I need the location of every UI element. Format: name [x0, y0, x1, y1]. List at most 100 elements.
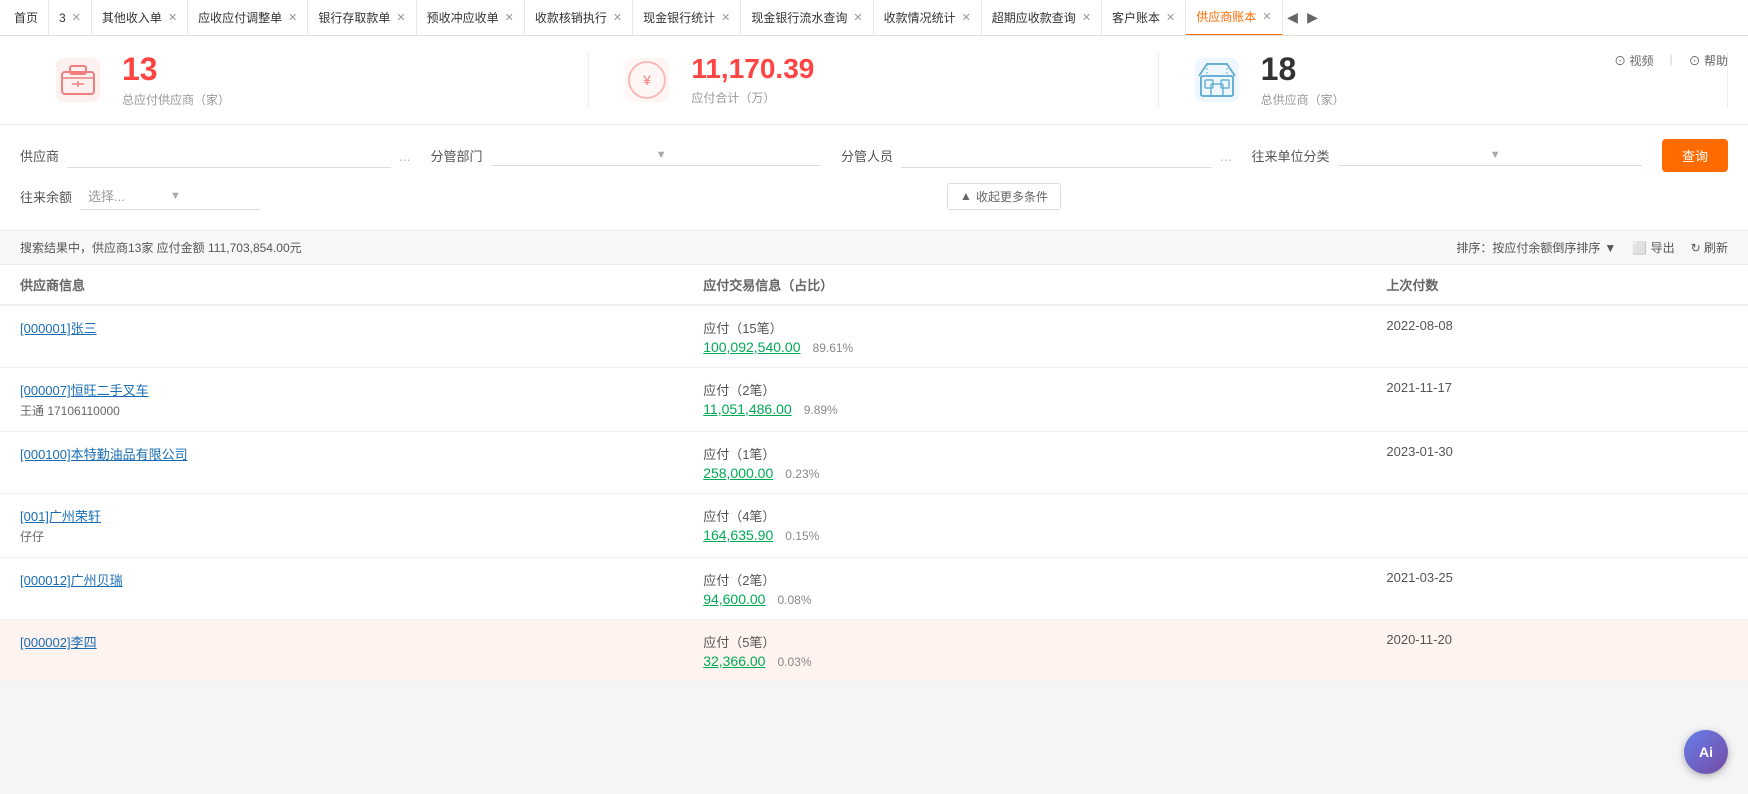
- nav-tab-3[interactable]: 3 ✕: [49, 0, 92, 36]
- tx-info-4: 应付（2笔） 94,600.00 0.08%: [703, 570, 1386, 607]
- nav-tab-ar-ap-adj[interactable]: 应收应付调整单 ✕: [188, 0, 308, 36]
- supplier-info-5: [000002]李四: [20, 632, 703, 651]
- close-icon[interactable]: ✕: [1166, 11, 1175, 24]
- supplier-name-link-4[interactable]: [000012]广州贝瑞: [20, 570, 703, 589]
- supplier-payable-icon: [50, 52, 106, 108]
- export-button[interactable]: ⬜ 导出: [1632, 239, 1674, 256]
- balance-select[interactable]: 选择... ▼: [80, 182, 260, 210]
- category-select[interactable]: ▼: [1338, 145, 1642, 166]
- supplier-info-2: [000100]本特勤油品有限公司: [20, 444, 703, 463]
- help-link[interactable]: ⊙ 帮助: [1689, 52, 1728, 69]
- nav-tab-supplier-ledger[interactable]: 供应商账本 ✕: [1186, 0, 1282, 36]
- collapse-up-icon: ▲: [960, 189, 972, 203]
- tx-amount-2[interactable]: 258,000.00: [703, 465, 773, 481]
- tx-amount-0[interactable]: 100,092,540.00: [703, 339, 800, 355]
- tx-amount-3[interactable]: 164,635.90: [703, 527, 773, 543]
- last-pay-1: 2021-11-17: [1386, 380, 1728, 395]
- close-icon[interactable]: ✕: [396, 11, 405, 24]
- summary-payable-total-text: 11,170.39 应付合计（万）: [691, 54, 814, 106]
- nav-tab-overdue-ar[interactable]: 超期应收款查询 ✕: [982, 0, 1102, 36]
- dept-filter: 分管部门 ▼: [431, 145, 822, 166]
- supplier-info-0: [000001]张三: [20, 318, 703, 337]
- ai-assistant-button[interactable]: Ai: [1684, 730, 1728, 774]
- table-row: [000007]恒旺二手叉车 王通 17106110000 应付（2笔） 11,…: [0, 368, 1748, 432]
- search-button[interactable]: 查询: [1662, 139, 1728, 172]
- supplier-input[interactable]: [67, 144, 391, 168]
- supplier-name-link-1[interactable]: [000007]恒旺二手叉车: [20, 380, 703, 399]
- nav-tab-cash-bank-stats[interactable]: 现金银行统计 ✕: [633, 0, 741, 36]
- supplier-more-icon[interactable]: ...: [399, 148, 411, 164]
- collapse-button[interactable]: ▲ 收起更多条件: [947, 183, 1061, 210]
- supplier-name-link-3[interactable]: [001]广州荣轩: [20, 506, 703, 525]
- nav-tab-collection-stats[interactable]: 收款情况统计 ✕: [874, 0, 982, 36]
- close-icon[interactable]: ✕: [613, 11, 622, 24]
- supplier-info-1: [000007]恒旺二手叉车 王通 17106110000: [20, 380, 703, 419]
- nav-tab-collection-exec[interactable]: 收款核销执行 ✕: [525, 0, 633, 36]
- nav-tab-advance-collection[interactable]: 预收冲应收单 ✕: [417, 0, 525, 36]
- table-row: [000100]本特勤油品有限公司 应付（1笔） 258,000.00 0.23…: [0, 432, 1748, 494]
- filter-row-2: 往来余额 选择... ▼ ▲ 收起更多条件: [20, 182, 1728, 210]
- close-icon[interactable]: ✕: [505, 11, 514, 24]
- supplier-name-link-5[interactable]: [000002]李四: [20, 632, 703, 651]
- supplier-table: 供应商信息 应付交易信息（占比） 上次付数 [000001]张三 应付（15笔）…: [0, 265, 1748, 682]
- close-icon[interactable]: ✕: [168, 11, 177, 24]
- person-more-icon[interactable]: ...: [1220, 148, 1232, 164]
- top-navigation: 首页 3 ✕ 其他收入单 ✕ 应收应付调整单 ✕ 银行存取款单 ✕ 预收冲应收单…: [0, 0, 1748, 36]
- nav-next-arrow[interactable]: ▶: [1303, 0, 1323, 36]
- chevron-down-icon-sort: ▼: [1604, 241, 1616, 255]
- chevron-down-icon-3: ▼: [170, 190, 252, 202]
- result-summary-text: 搜索结果中，供应商13家 应付金额 111,703,854.00元: [20, 239, 302, 256]
- nav-tab-home[interactable]: 首页: [4, 0, 49, 36]
- result-bar: 搜索结果中，供应商13家 应付金额 111,703,854.00元 排序：按应付…: [0, 231, 1748, 265]
- supplier-filter: 供应商 ...: [20, 144, 411, 168]
- nav-tab-bank-deposit[interactable]: 银行存取款单 ✕: [308, 0, 416, 36]
- summary-payable-suppliers-text: 13 总应付供应商（家）: [122, 52, 230, 108]
- refresh-icon: ↻: [1691, 241, 1701, 255]
- dept-select[interactable]: ▼: [491, 145, 821, 166]
- chevron-down-icon-2: ▼: [1490, 149, 1634, 161]
- summary-card-payable-suppliers: 13 总应付供应商（家）: [20, 52, 589, 108]
- tx-amount-1[interactable]: 11,051,486.00: [703, 401, 792, 417]
- sort-select[interactable]: 排序：按应付余额倒序排序 ▼: [1456, 239, 1616, 256]
- export-icon: ⬜: [1632, 241, 1647, 255]
- supplier-info-4: [000012]广州贝瑞: [20, 570, 703, 589]
- last-pay-0: 2022-08-08: [1386, 318, 1728, 333]
- summary-card-payable-total: ¥ 11,170.39 应付合计（万）: [589, 52, 1158, 108]
- nav-tab-other-income[interactable]: 其他收入单 ✕: [92, 0, 188, 36]
- refresh-button[interactable]: ↻ 刷新: [1691, 239, 1728, 256]
- supplier-info-3: [001]广州荣轩 仔仔: [20, 506, 703, 545]
- chevron-down-icon: ▼: [656, 149, 813, 161]
- close-icon[interactable]: ✕: [962, 11, 971, 24]
- category-filter: 往来单位分类 ▼: [1252, 145, 1643, 166]
- nav-tab-cash-bank-flow[interactable]: 现金银行流水查询 ✕: [741, 0, 873, 36]
- summary-bar: 13 总应付供应商（家） ¥ 11,170.39 应付合计（万）: [0, 36, 1748, 125]
- video-link[interactable]: ⊙ 视频: [1614, 52, 1653, 69]
- supplier-total-icon: [1189, 52, 1245, 108]
- tx-info-3: 应付（4笔） 164,635.90 0.15%: [703, 506, 1386, 543]
- balance-filter: 往来余额 选择... ▼: [20, 182, 260, 210]
- person-filter: 分管人员 ...: [841, 144, 1232, 168]
- table-header: 供应商信息 应付交易信息（占比） 上次付数: [0, 265, 1748, 306]
- nav-prev-arrow[interactable]: ◀: [1283, 0, 1303, 36]
- close-icon[interactable]: ✕: [72, 11, 81, 24]
- tx-amount-5[interactable]: 32,366.00: [703, 653, 765, 669]
- table-row: [000002]李四 应付（5笔） 32,366.00 0.03% 2020-1…: [0, 620, 1748, 682]
- payable-total-icon: ¥: [619, 52, 675, 108]
- tx-info-1: 应付（2笔） 11,051,486.00 9.89%: [703, 380, 1386, 417]
- result-actions: 排序：按应付余额倒序排序 ▼ ⬜ 导出 ↻ 刷新: [1456, 239, 1728, 256]
- close-icon[interactable]: ✕: [288, 11, 297, 24]
- close-icon[interactable]: ✕: [853, 11, 862, 24]
- person-input[interactable]: [901, 144, 1212, 168]
- close-icon[interactable]: ✕: [721, 11, 730, 24]
- table-row: [001]广州荣轩 仔仔 应付（4笔） 164,635.90 0.15%: [0, 494, 1748, 558]
- close-icon[interactable]: ✕: [1262, 10, 1271, 23]
- tx-amount-4[interactable]: 94,600.00: [703, 591, 765, 607]
- close-icon[interactable]: ✕: [1082, 11, 1091, 24]
- tx-info-5: 应付（5笔） 32,366.00 0.03%: [703, 632, 1386, 669]
- filter-area: 供应商 ... 分管部门 ▼ 分管人员 ... 往来单位分类 ▼ 查询 往来: [0, 125, 1748, 231]
- filter-row-1: 供应商 ... 分管部门 ▼ 分管人员 ... 往来单位分类 ▼ 查询: [20, 139, 1728, 172]
- nav-tab-customer-ledger[interactable]: 客户账本 ✕: [1102, 0, 1186, 36]
- svg-text:¥: ¥: [642, 72, 651, 88]
- supplier-name-link-2[interactable]: [000100]本特勤油品有限公司: [20, 444, 703, 463]
- supplier-name-link-0[interactable]: [000001]张三: [20, 318, 703, 337]
